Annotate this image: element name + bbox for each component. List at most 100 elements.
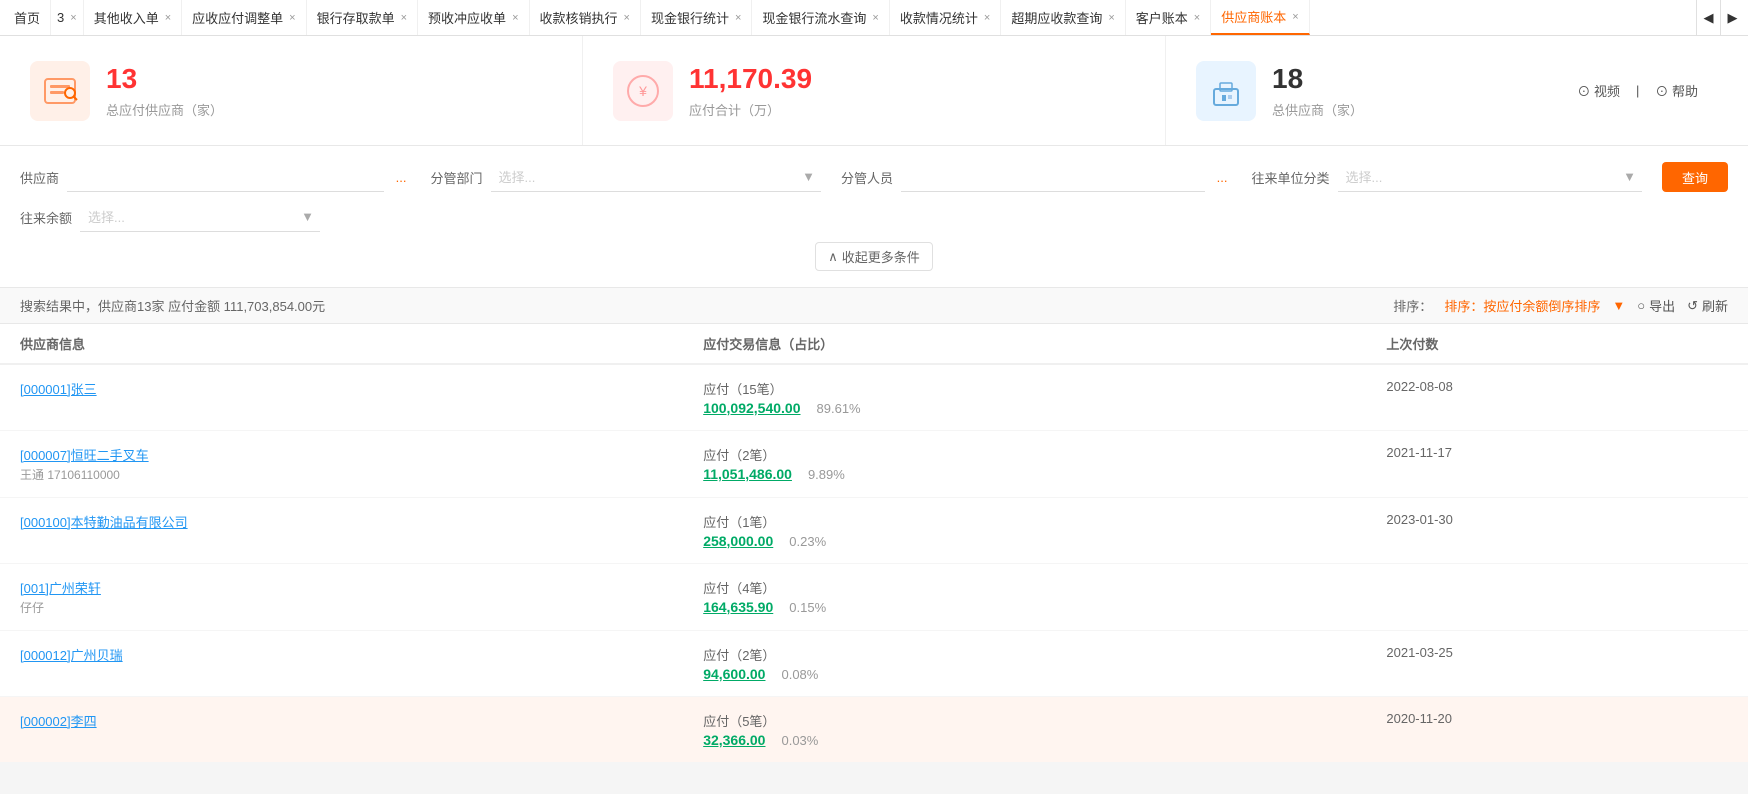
tx-percent: 0.15% — [789, 600, 826, 615]
stat-total-suppliers-number: 18 — [1272, 62, 1363, 96]
category-select-wrapper[interactable]: 选择... ▼ — [1338, 162, 1642, 192]
balance-label: 往来余额 — [20, 208, 72, 227]
close-icon[interactable]: × — [624, 12, 630, 24]
tx-row: 164,635.90 0.15% — [703, 599, 1386, 615]
close-icon[interactable]: × — [70, 12, 76, 24]
stat-ap-suppliers: 13 总应付供应商（家） — [0, 36, 583, 145]
supplier-link[interactable]: [000002]李四 — [20, 711, 703, 730]
balance-filter: 往来余额 选择... ▼ — [20, 202, 320, 232]
filter-area: 供应商 ... 分管部门 选择... ▼ 分管人员 ... 往来单位分类 选择.… — [0, 146, 1748, 288]
last-pay-cell: 2021-11-17 — [1386, 445, 1728, 460]
supplier-link[interactable]: [000001]张三 — [20, 379, 703, 398]
last-pay-cell: 2023-01-30 — [1386, 512, 1728, 527]
balance-select-wrapper[interactable]: 选择... ▼ — [80, 202, 320, 232]
supplier-info-cell: [000100]本特勤油品有限公司 — [20, 512, 703, 531]
supplier-table: 供应商信息 应付交易信息（占比） 上次付数 [000001]张三 应付（15笔）… — [0, 324, 1748, 763]
video-link[interactable]: ⊙ 视频 — [1577, 81, 1620, 100]
tx-amount[interactable]: 100,092,540.00 — [703, 400, 800, 416]
nav-item-bank[interactable]: 银行存取款单 × — [307, 0, 418, 35]
sort-value[interactable]: 排序：按应付余额倒序排序 — [1444, 296, 1600, 315]
category-placeholder: 选择... — [1338, 167, 1624, 186]
refresh-button[interactable]: ↺ 刷新 — [1687, 296, 1728, 315]
supplier-dots[interactable]: ... — [392, 170, 411, 185]
supplier-link[interactable]: [000007]恒旺二手叉车 — [20, 445, 703, 464]
tx-label: 应付（15笔） — [703, 379, 1386, 398]
col-header-supplier: 供应商信息 — [20, 334, 703, 353]
nav-item-customer-ledger[interactable]: 客户账本 × — [1126, 0, 1211, 35]
nav-item-3[interactable]: 3 × — [51, 0, 84, 35]
close-icon[interactable]: × — [872, 12, 878, 24]
table-header: 供应商信息 应付交易信息（占比） 上次付数 — [0, 324, 1748, 365]
tx-amount[interactable]: 11,051,486.00 — [703, 466, 792, 482]
nav-item-collection-stats[interactable]: 收款情况统计 × — [890, 0, 1001, 35]
tx-amount[interactable]: 258,000.00 — [703, 533, 773, 549]
dept-label: 分管部门 — [431, 168, 483, 187]
last-pay-cell: 2022-08-08 — [1386, 379, 1728, 394]
close-icon[interactable]: × — [512, 12, 518, 24]
supplier-input[interactable] — [67, 162, 384, 192]
tx-amount[interactable]: 164,635.90 — [703, 599, 773, 615]
person-dots[interactable]: ... — [1213, 170, 1232, 185]
dept-select-wrapper[interactable]: 选择... ▼ — [491, 162, 821, 192]
tx-amount[interactable]: 32,366.00 — [703, 732, 765, 748]
nav-item-cash-stats[interactable]: 现金银行统计 × — [641, 0, 752, 35]
top-navigation: 首页 3 × 其他收入单 × 应收应付调整单 × 银行存取款单 × 预收冲应收单… — [0, 0, 1748, 36]
nav-item-home[interactable]: 首页 — [4, 0, 51, 35]
nav-item-ar-ap-adjust[interactable]: 应收应付调整单 × — [182, 0, 306, 35]
collapse-button[interactable]: ∧ 收起更多条件 — [815, 242, 933, 271]
close-icon[interactable]: × — [735, 12, 741, 24]
stat-total-suppliers: 18 总供应商（家） ⊙ 视频 | ⊙ 帮助 — [1166, 36, 1748, 145]
stats-bar: 13 总应付供应商（家） ¥ 11,170.39 应付合计（万） 18 总 — [0, 36, 1748, 146]
export-button[interactable]: ○ 导出 — [1637, 296, 1675, 315]
help-link[interactable]: ⊙ 帮助 — [1655, 81, 1698, 100]
supplier-info-cell: [000012]广州贝瑞 — [20, 645, 703, 664]
close-icon[interactable]: × — [1292, 11, 1298, 23]
nav-next-arrow[interactable]: ▶ — [1720, 0, 1744, 36]
stat-ap-total-label: 应付合计（万） — [689, 100, 812, 119]
sort-label: 排序： — [1393, 296, 1432, 315]
nav-item-cash-flow[interactable]: 现金银行流水查询 × — [752, 0, 889, 35]
tx-info-cell: 应付（4笔） 164,635.90 0.15% — [703, 578, 1386, 615]
nav-item-overdue[interactable]: 超期应收款查询 × — [1001, 0, 1125, 35]
supplier-link[interactable]: [000012]广州贝瑞 — [20, 645, 703, 664]
category-filter: 往来单位分类 选择... ▼ — [1252, 162, 1643, 192]
supplier-info-cell: [001]广州荣轩 仔仔 — [20, 578, 703, 616]
close-icon[interactable]: × — [289, 12, 295, 24]
supplier-link[interactable]: [001]广州荣轩 — [20, 578, 703, 597]
nav-item-supplier-ledger[interactable]: 供应商账本 × — [1211, 0, 1309, 35]
nav-item-collection[interactable]: 收款核销执行 × — [530, 0, 641, 35]
last-pay-cell: 2021-03-25 — [1386, 645, 1728, 660]
close-icon[interactable]: × — [401, 12, 407, 24]
search-button[interactable]: 查询 — [1662, 162, 1728, 192]
stat-ap-total: ¥ 11,170.39 应付合计（万） — [583, 36, 1166, 145]
tx-info-cell: 应付（2笔） 11,051,486.00 9.89% — [703, 445, 1386, 482]
person-input[interactable] — [901, 162, 1205, 192]
tx-label: 应付（4笔） — [703, 578, 1386, 597]
supplier-info-cell: [000007]恒旺二手叉车 王通 17106110000 — [20, 445, 703, 483]
stat-ap-suppliers-number: 13 — [106, 62, 223, 96]
table-row: [000100]本特勤油品有限公司 应付（1笔） 258,000.00 0.23… — [0, 498, 1748, 564]
tx-amount[interactable]: 94,600.00 — [703, 666, 765, 682]
person-label: 分管人员 — [841, 168, 893, 187]
stat-total-suppliers-text: 18 总供应商（家） — [1272, 62, 1363, 119]
balance-placeholder: 选择... — [80, 207, 301, 226]
close-icon[interactable]: × — [1194, 12, 1200, 24]
last-pay: 2021-03-25 — [1386, 645, 1453, 660]
close-icon[interactable]: × — [165, 12, 171, 24]
tx-info-cell: 应付（2笔） 94,600.00 0.08% — [703, 645, 1386, 682]
tx-row: 32,366.00 0.03% — [703, 732, 1386, 748]
collapse-container: ∧ 收起更多条件 — [20, 242, 1728, 271]
nav-prev-arrow[interactable]: ◀ — [1696, 0, 1720, 36]
table-row: [000012]广州贝瑞 应付（2笔） 94,600.00 0.08% 2021… — [0, 631, 1748, 697]
nav-item-other-income[interactable]: 其他收入单 × — [84, 0, 182, 35]
tx-label: 应付（2笔） — [703, 445, 1386, 464]
nav-item-prepay[interactable]: 预收冲应收单 × — [418, 0, 529, 35]
last-pay: 2020-11-20 — [1386, 711, 1452, 726]
tx-percent: 9.89% — [808, 467, 845, 482]
supplier-link[interactable]: [000100]本特勤油品有限公司 — [20, 512, 703, 531]
close-icon[interactable]: × — [984, 12, 990, 24]
stat-ap-suppliers-text: 13 总应付供应商（家） — [106, 62, 223, 119]
svg-text:¥: ¥ — [638, 83, 647, 99]
close-icon[interactable]: × — [1108, 12, 1114, 24]
last-pay: 2022-08-08 — [1386, 379, 1453, 394]
